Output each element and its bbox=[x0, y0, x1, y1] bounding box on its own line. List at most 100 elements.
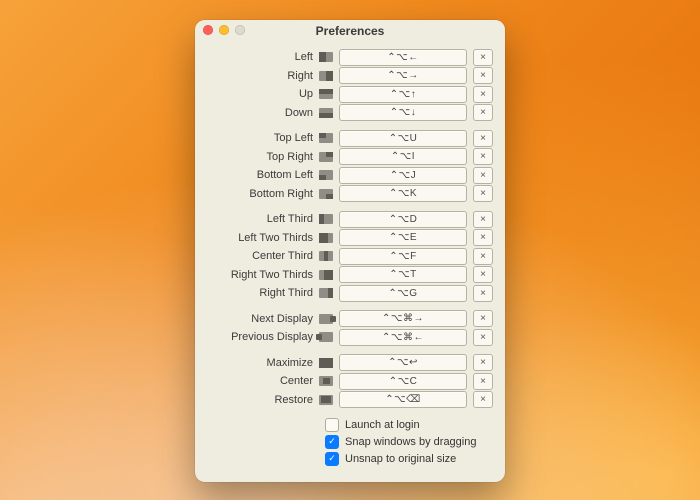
shortcut-label: Down bbox=[207, 107, 313, 119]
shortcut-field[interactable]: ⌃⌥↑ bbox=[339, 86, 467, 103]
shortcut-label: Center Third bbox=[207, 250, 313, 262]
clear-shortcut-button[interactable]: × bbox=[473, 373, 493, 390]
clear-shortcut-button[interactable]: × bbox=[473, 229, 493, 246]
checkbox-label: Unsnap to original size bbox=[345, 453, 456, 465]
shortcut-label: Left Third bbox=[207, 213, 313, 225]
shortcut-row-rightthird: Right Third ⌃⌥G × bbox=[207, 284, 493, 303]
clear-shortcut-button[interactable]: × bbox=[473, 130, 493, 147]
clear-shortcut-button[interactable]: × bbox=[473, 67, 493, 84]
shortcut-field[interactable]: ⌃⌥G bbox=[339, 285, 467, 302]
shortcut-field[interactable]: ⌃⌥↩ bbox=[339, 354, 467, 371]
shortcut-row-centerthird: Center Third ⌃⌥F × bbox=[207, 247, 493, 266]
shortcut-group: Left ⌃⌥← × Right ⌃⌥→ × Up ⌃⌥↑ × Down ⌃⌥↓ × bbox=[207, 48, 493, 122]
layout-preview-icon bbox=[319, 270, 333, 280]
desktop-wallpaper: Preferences Left ⌃⌥← × Right ⌃⌥→ × Up ⌃⌥↑ × Down ⌃… bbox=[0, 0, 700, 500]
clear-shortcut-button[interactable]: × bbox=[473, 354, 493, 371]
shortcut-row-bottomleft: Bottom Left ⌃⌥J × bbox=[207, 166, 493, 185]
shortcut-row-topleft: Top Left ⌃⌥U × bbox=[207, 129, 493, 148]
clear-shortcut-button[interactable]: × bbox=[473, 185, 493, 202]
shortcut-field[interactable]: ⌃⌥C bbox=[339, 373, 467, 390]
clear-shortcut-button[interactable]: × bbox=[473, 86, 493, 103]
clear-shortcut-button[interactable]: × bbox=[473, 211, 493, 228]
shortcut-label: Right bbox=[207, 70, 313, 82]
shortcut-label: Right Third bbox=[207, 287, 313, 299]
shortcut-field[interactable]: ⌃⌥E bbox=[339, 229, 467, 246]
checkbox-label: Launch at login bbox=[345, 419, 420, 431]
shortcut-group: Next Display ⌃⌥⌘→ × Previous Display ⌃⌥⌘← × bbox=[207, 310, 493, 347]
shortcut-label: Previous Display bbox=[207, 331, 313, 343]
shortcut-label: Up bbox=[207, 88, 313, 100]
shortcut-field[interactable]: ⌃⌥⌘→ bbox=[339, 310, 467, 327]
clear-shortcut-button[interactable]: × bbox=[473, 104, 493, 121]
layout-preview-icon bbox=[319, 133, 333, 143]
shortcut-field[interactable]: ⌃⌥I bbox=[339, 148, 467, 165]
shortcut-row-topright: Top Right ⌃⌥I × bbox=[207, 148, 493, 167]
clear-shortcut-button[interactable]: × bbox=[473, 266, 493, 283]
shortcut-group: Maximize⌃⌥↩×Center⌃⌥C×Restore⌃⌥⌫× bbox=[207, 354, 493, 410]
shortcut-row-left: Left ⌃⌥← × bbox=[207, 48, 493, 67]
shortcut-field[interactable]: ⌃⌥U bbox=[339, 130, 467, 147]
close-icon[interactable] bbox=[203, 25, 213, 35]
checkbox-unsnap_orig[interactable] bbox=[325, 452, 339, 466]
shortcut-field[interactable]: ⌃⌥↓ bbox=[339, 104, 467, 121]
shortcut-label: Top Left bbox=[207, 132, 313, 144]
checkbox-snap_drag[interactable] bbox=[325, 435, 339, 449]
clear-shortcut-button[interactable]: × bbox=[473, 329, 493, 346]
shortcut-row-bottomright: Bottom Right ⌃⌥K × bbox=[207, 185, 493, 204]
layout-preview-icon bbox=[319, 314, 333, 324]
shortcut-row-prevdisp: Previous Display ⌃⌥⌘← × bbox=[207, 328, 493, 347]
clear-shortcut-button[interactable]: × bbox=[473, 248, 493, 265]
shortcut-label: Restore bbox=[207, 394, 313, 406]
shortcut-row-left23: Left Two Thirds⌃⌥E× bbox=[207, 229, 493, 248]
clear-shortcut-button[interactable]: × bbox=[473, 310, 493, 327]
clear-shortcut-button[interactable]: × bbox=[473, 167, 493, 184]
shortcut-field[interactable]: ⌃⌥D bbox=[339, 211, 467, 228]
shortcut-row-restore: Restore ⌃⌥⌫ × bbox=[207, 391, 493, 410]
window-title: Preferences bbox=[316, 24, 385, 38]
layout-preview-icon bbox=[319, 376, 333, 386]
layout-preview-icon bbox=[319, 251, 333, 261]
shortcut-row-nextdisp: Next Display ⌃⌥⌘→ × bbox=[207, 310, 493, 329]
shortcut-label: Right Two Thirds bbox=[207, 269, 313, 281]
checkbox-section: Launch at login Snap windows by dragging U… bbox=[207, 416, 493, 467]
preferences-window: Preferences Left ⌃⌥← × Right ⌃⌥→ × Up ⌃⌥↑ × Down ⌃… bbox=[195, 20, 505, 482]
titlebar: Preferences bbox=[195, 20, 505, 42]
shortcut-field[interactable]: ⌃⌥K bbox=[339, 185, 467, 202]
layout-preview-icon bbox=[319, 358, 333, 368]
layout-preview-icon bbox=[319, 189, 333, 199]
checkbox-row-unsnap_orig: Unsnap to original size bbox=[325, 450, 493, 467]
clear-shortcut-button[interactable]: × bbox=[473, 49, 493, 66]
shortcut-row-maximize: Maximize ⌃⌥↩ × bbox=[207, 354, 493, 373]
shortcut-row-center: Center⌃⌥C× bbox=[207, 372, 493, 391]
shortcut-row-down: Down ⌃⌥↓ × bbox=[207, 104, 493, 123]
clear-shortcut-button[interactable]: × bbox=[473, 285, 493, 302]
shortcut-label: Left bbox=[207, 51, 313, 63]
clear-shortcut-button[interactable]: × bbox=[473, 148, 493, 165]
layout-preview-icon bbox=[319, 395, 333, 405]
checkbox-row-snap_drag: Snap windows by dragging bbox=[325, 433, 493, 450]
layout-preview-icon bbox=[319, 89, 333, 99]
shortcut-field[interactable]: ⌃⌥⌫ bbox=[339, 391, 467, 408]
zoom-icon bbox=[235, 25, 245, 35]
layout-preview-icon bbox=[319, 152, 333, 162]
shortcut-field[interactable]: ⌃⌥→ bbox=[339, 67, 467, 84]
shortcut-label: Next Display bbox=[207, 313, 313, 325]
checkbox-row-launch_login: Launch at login bbox=[325, 416, 493, 433]
shortcut-label: Bottom Left bbox=[207, 169, 313, 181]
shortcut-field[interactable]: ⌃⌥F bbox=[339, 248, 467, 265]
shortcut-label: Top Right bbox=[207, 151, 313, 163]
shortcut-row-up: Up ⌃⌥↑ × bbox=[207, 85, 493, 104]
shortcut-group: Left Third⌃⌥D×Left Two Thirds⌃⌥E×Center … bbox=[207, 210, 493, 303]
minimize-icon[interactable] bbox=[219, 25, 229, 35]
shortcut-field[interactable]: ⌃⌥T bbox=[339, 266, 467, 283]
shortcut-label: Maximize bbox=[207, 357, 313, 369]
layout-preview-icon bbox=[319, 71, 333, 81]
checkbox-launch_login[interactable] bbox=[325, 418, 339, 432]
shortcut-field[interactable]: ⌃⌥J bbox=[339, 167, 467, 184]
layout-preview-icon bbox=[319, 214, 333, 224]
shortcut-field[interactable]: ⌃⌥⌘← bbox=[339, 329, 467, 346]
clear-shortcut-button[interactable]: × bbox=[473, 391, 493, 408]
shortcut-row-leftthird: Left Third ⌃⌥D × bbox=[207, 210, 493, 229]
shortcut-label: Bottom Right bbox=[207, 188, 313, 200]
shortcut-field[interactable]: ⌃⌥← bbox=[339, 49, 467, 66]
